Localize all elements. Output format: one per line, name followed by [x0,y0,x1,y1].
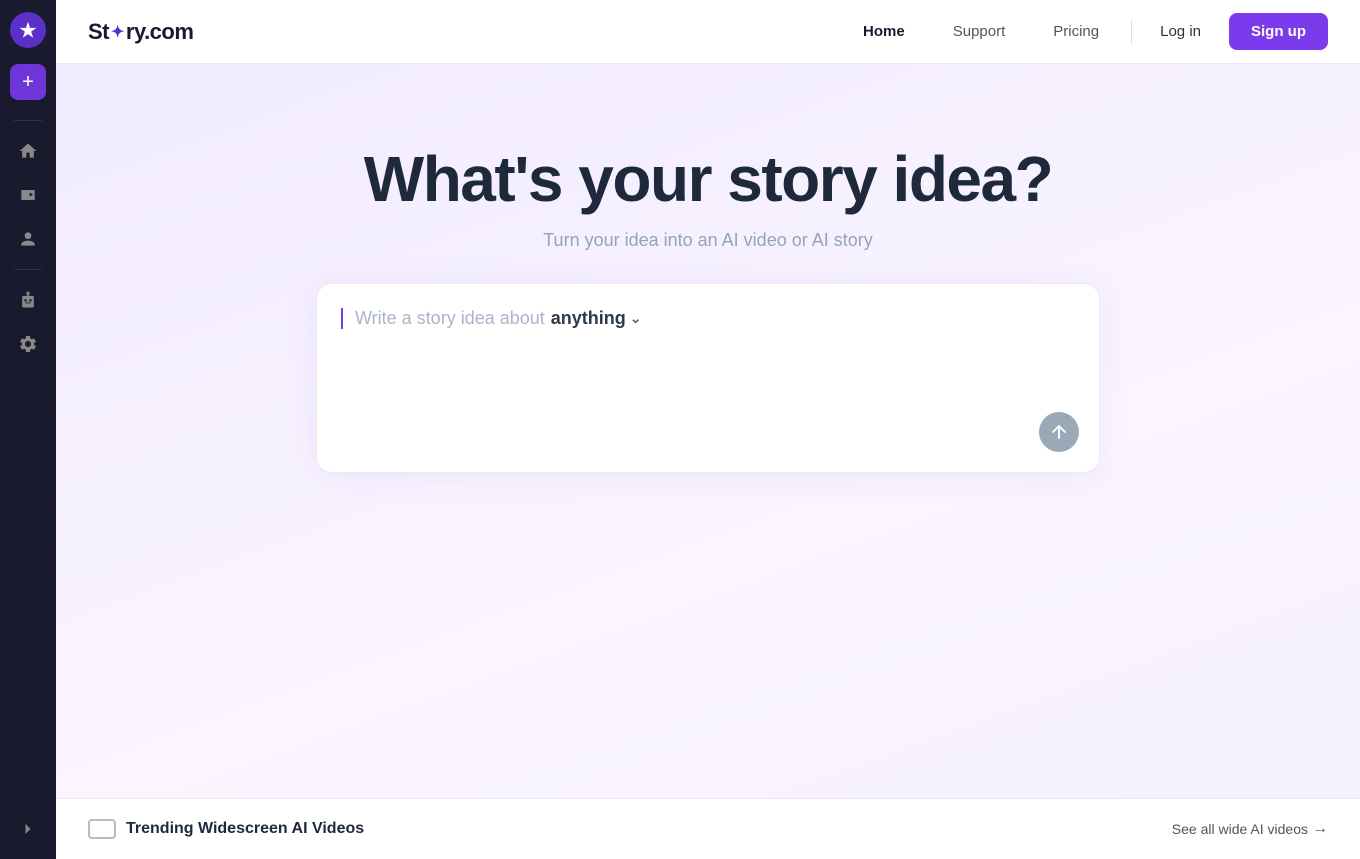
signup-button[interactable]: Sign up [1229,13,1328,50]
trending-section: Trending Widescreen AI Videos See all wi… [56,798,1360,859]
topic-label: anything [551,308,626,329]
nav-home[interactable]: Home [839,15,929,48]
topic-selector[interactable]: anything ⌄ [551,308,642,329]
submit-button[interactable] [1039,412,1079,452]
sidebar-divider [14,120,42,121]
sidebar-bottom [10,811,46,847]
sidebar-divider-2 [14,269,42,270]
login-button[interactable]: Log in [1140,15,1221,48]
home-icon[interactable] [10,133,46,169]
sidebar-logo[interactable] [10,12,46,48]
add-button[interactable]: + [10,64,46,100]
chevron-down-icon: ⌄ [630,310,642,327]
logo-text-2: ry.com [126,19,194,45]
hero-section: What's your story idea? Turn your idea i… [56,64,1360,859]
collapse-icon[interactable] [10,811,46,847]
trending-left: Trending Widescreen AI Videos [88,819,364,839]
input-placeholder: Write a story idea about [355,308,545,329]
see-all-label: See all wide AI videos [1172,821,1308,837]
hero-title: What's your story idea? [364,144,1052,214]
logo-text: St [88,19,109,45]
widescreen-icon [88,819,116,839]
nav-support[interactable]: Support [929,15,1030,48]
sidebar: + [0,0,56,859]
site-logo[interactable]: St✦ry.com [88,19,193,45]
input-row: Write a story idea about anything ⌄ [341,308,1075,329]
hero-subtitle: Turn your idea into an AI video or AI st… [543,230,873,251]
see-all-link[interactable]: See all wide AI videos → [1172,820,1328,838]
trending-title: Trending Widescreen AI Videos [126,820,364,838]
video-icon[interactable] [10,177,46,213]
nav-divider [1131,20,1132,44]
arrow-right-icon: → [1312,820,1328,838]
nav-pricing[interactable]: Pricing [1029,15,1123,48]
story-input-container: Write a story idea about anything ⌄ [316,283,1100,473]
story-input-field[interactable] [341,337,1075,397]
user-icon[interactable] [10,221,46,257]
logo-star: ✦ [111,22,124,42]
robot-icon[interactable] [10,282,46,318]
top-navigation: Home Support Pricing Log in Sign up [839,13,1328,50]
settings-icon[interactable] [10,326,46,362]
topnav: St✦ry.com Home Support Pricing Log in Si… [56,0,1360,64]
main-content: St✦ry.com Home Support Pricing Log in Si… [56,0,1360,859]
